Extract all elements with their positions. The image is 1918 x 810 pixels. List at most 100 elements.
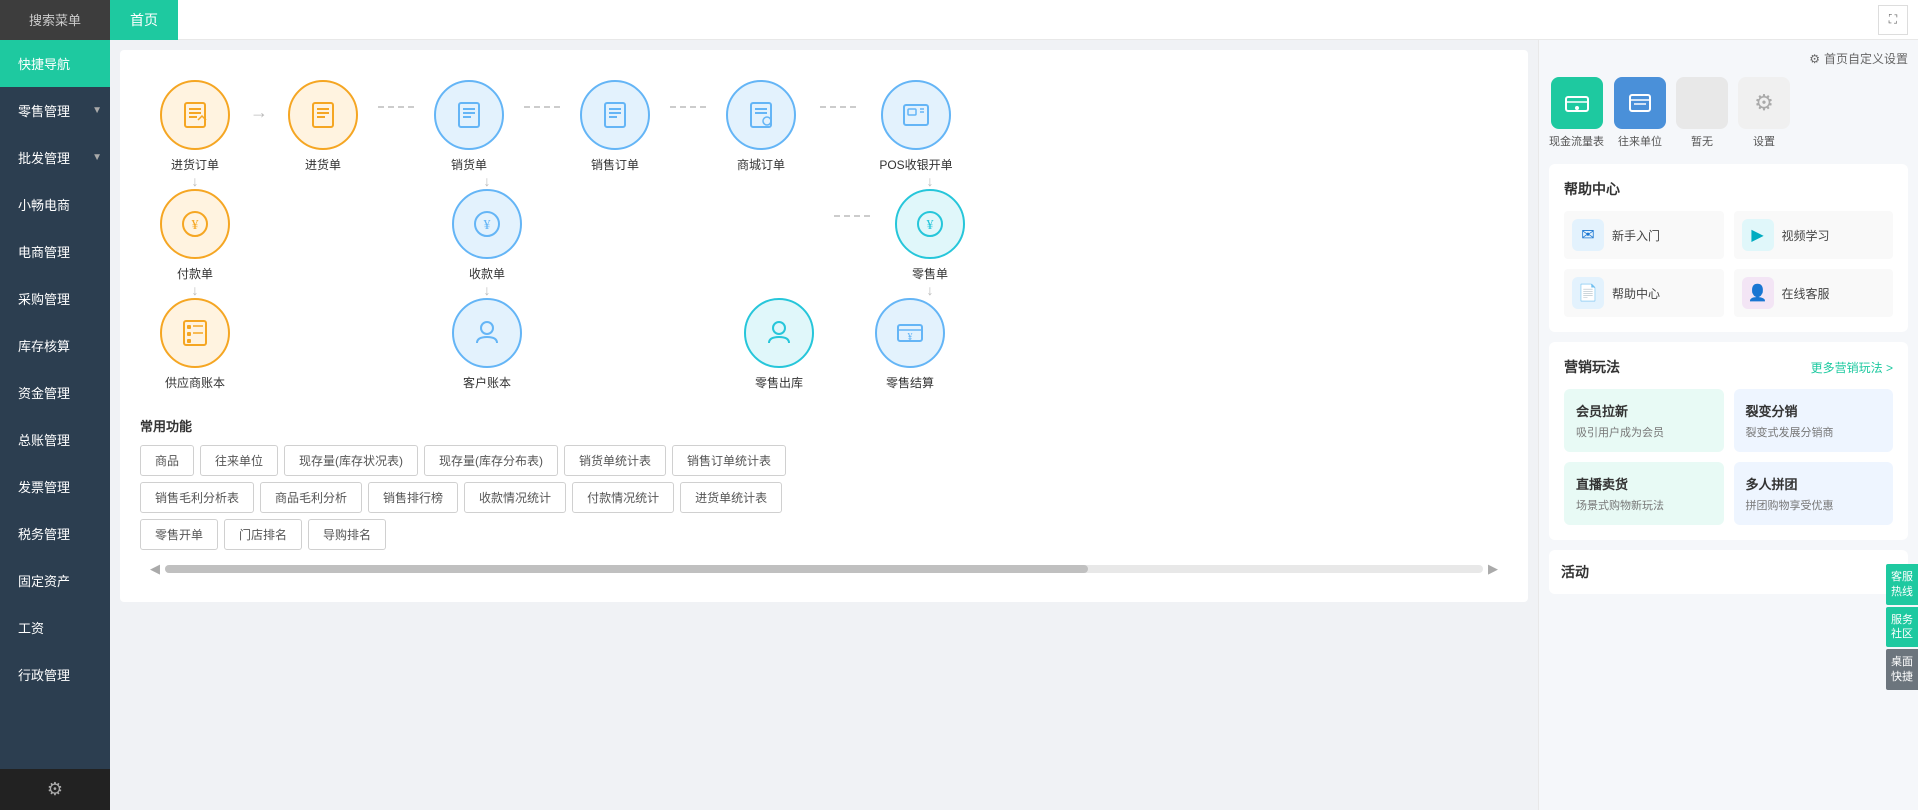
scroll-track[interactable] <box>165 565 1483 573</box>
scroll-left-arrow[interactable]: ◀ <box>150 561 160 577</box>
sidebar-item-ecommerce-mgmt[interactable]: 电商管理 <box>0 228 110 275</box>
retail-out-icon <box>744 298 814 368</box>
sidebar-item-ledger[interactable]: 总账管理 <box>0 416 110 463</box>
marketing-grid: 会员拉新 吸引用户成为会员 裂变分销 裂变式发展分销商 直播卖货 场景式购物新玩… <box>1564 389 1893 525</box>
sidebar-item-salary[interactable]: 工资 <box>0 604 110 651</box>
func-btn-goods[interactable]: 商品 <box>140 445 194 476</box>
sidebar-item-tax[interactable]: 税务管理 <box>0 510 110 557</box>
func-btn-sales-margin[interactable]: 销售毛利分析表 <box>140 482 254 513</box>
func-btn-purchase-stat[interactable]: 进货单统计表 <box>680 482 782 513</box>
marketing-group[interactable]: 多人拼团 拼团购物享受优惠 <box>1734 462 1894 525</box>
flow-node-retail[interactable]: ¥ 零售单 <box>870 189 990 282</box>
quick-icon-partners[interactable]: 往来单位 <box>1614 77 1666 149</box>
marketing-fission[interactable]: 裂变分销 裂变式发展分销商 <box>1734 389 1894 452</box>
svg-text:¥: ¥ <box>484 218 491 233</box>
customize-link[interactable]: ⚙ 首页自定义设置 <box>1809 50 1908 67</box>
sales-icon <box>434 80 504 150</box>
float-btn-desktop[interactable]: 桌面快捷 <box>1886 649 1918 690</box>
flow-node-customer-ledger[interactable]: 客户账本 <box>432 298 542 391</box>
marketing-live[interactable]: 直播卖货 场景式购物新玩法 <box>1564 462 1724 525</box>
func-btn-sales-rank[interactable]: 销售排行榜 <box>368 482 458 513</box>
marketing-title: 营销玩法 <box>1564 357 1620 377</box>
func-btn-partners[interactable]: 往来单位 <box>200 445 278 476</box>
sidebar-item-quicknav[interactable]: 快捷导航 <box>0 40 110 87</box>
marketing-fission-title: 裂变分销 <box>1746 401 1882 420</box>
func-btn-retail-order[interactable]: 零售开单 <box>140 519 218 550</box>
func-btn-row-2: 销售毛利分析表 商品毛利分析 销售排行榜 收款情况统计 付款情况统计 进货单统计… <box>140 482 1508 513</box>
flow-node-supplier-ledger[interactable]: 供应商账本 <box>140 298 250 391</box>
func-btn-inventory-status[interactable]: 现存量(库存状况表) <box>284 445 418 476</box>
more-marketing-link[interactable]: 更多营销玩法 > <box>1811 359 1893 376</box>
marketing-header: 营销玩法 更多营销玩法 > <box>1564 357 1893 377</box>
flow-node-sales[interactable]: 销货单 <box>414 80 524 173</box>
flow-node-retail-out[interactable]: 零售出库 <box>724 298 834 391</box>
help-item-video[interactable]: ▶ 视频学习 <box>1734 211 1894 259</box>
sales-order-icon <box>580 80 650 150</box>
scroll-right-arrow[interactable]: ▶ <box>1488 561 1498 577</box>
sidebar-item-assets[interactable]: 固定资产 <box>0 557 110 604</box>
func-btn-sales-order-stat[interactable]: 销售订单统计表 <box>672 445 786 476</box>
dashed-arrow-3 <box>670 106 706 108</box>
tab-home[interactable]: 首页 <box>110 0 178 40</box>
quick-icon-settings[interactable]: ⚙ 设置 <box>1738 77 1790 149</box>
func-btn-receipt-stat[interactable]: 收款情况统计 <box>464 482 566 513</box>
flow-node-receipt[interactable]: ¥ 收款单 <box>432 189 542 282</box>
purchase-order-label: 进货订单 <box>171 156 219 173</box>
func-btn-row-1: 商品 往来单位 现存量(库存状况表) 现存量(库存分布表) 销货单统计表 销售订… <box>140 445 1508 476</box>
common-functions: 常用功能 商品 往来单位 现存量(库存状况表) 现存量(库存分布表) 销货单统计… <box>140 416 1508 550</box>
top-right-area: ⛶ <box>1878 5 1918 35</box>
quick-icon-none[interactable]: 暂无 <box>1676 77 1728 149</box>
receipt-icon: ¥ <box>452 189 522 259</box>
func-btn-inventory-dist[interactable]: 现存量(库存分布表) <box>424 445 558 476</box>
func-btn-store-rank[interactable]: 门店排名 <box>224 519 302 550</box>
sidebar-item-invoice[interactable]: 发票管理 <box>0 463 110 510</box>
float-btn-support[interactable]: 客服热线 <box>1886 564 1918 605</box>
func-btn-goods-margin[interactable]: 商品毛利分析 <box>260 482 362 513</box>
help-item-beginner[interactable]: ✉ 新手入门 <box>1564 211 1724 259</box>
float-btn-community[interactable]: 服务社区 <box>1886 607 1918 648</box>
sidebar-item-wholesale[interactable]: 批发管理 ▼ <box>0 134 110 181</box>
flow-node-purchase-order[interactable]: 进货订单 <box>140 80 250 173</box>
flow-node-pos[interactable]: POS收银开单 <box>856 80 976 173</box>
activity-section: 活动 <box>1549 550 1908 594</box>
sidebar-item-inventory[interactable]: 库存核算 <box>0 322 110 369</box>
flow-node-purchase[interactable]: 进货单 <box>268 80 378 173</box>
help-item-help[interactable]: 📄 帮助中心 <box>1564 269 1724 317</box>
fullscreen-button[interactable]: ⛶ <box>1878 5 1908 35</box>
func-btn-payment-stat[interactable]: 付款情况统计 <box>572 482 674 513</box>
marketing-member[interactable]: 会员拉新 吸引用户成为会员 <box>1564 389 1724 452</box>
support-label: 在线客服 <box>1782 285 1830 302</box>
retail-settle-icon: ¥ <box>875 298 945 368</box>
quick-icon-cashflow[interactable]: 现金流量表 <box>1549 77 1604 149</box>
sidebar-settings[interactable]: ⚙ <box>0 769 110 810</box>
flow-row-3: 供应商账本 客户账本 <box>140 298 1508 391</box>
sales-order-label: 销售订单 <box>591 156 639 173</box>
dashed-arrow-5 <box>834 215 870 217</box>
receipt-label: 收款单 <box>469 265 505 282</box>
help-item-support[interactable]: 👤 在线客服 <box>1734 269 1894 317</box>
video-icon: ▶ <box>1742 219 1774 251</box>
sidebar-item-finance[interactable]: 资金管理 <box>0 369 110 416</box>
search-menu-button[interactable]: 搜索菜单 <box>0 0 110 40</box>
flow-node-mall-order[interactable]: 商城订单 <box>706 80 816 173</box>
sidebar-item-retail[interactable]: 零售管理 ▼ <box>0 87 110 134</box>
marketing-group-title: 多人拼团 <box>1746 474 1882 493</box>
vertical-arrows-row: ↓ ↓ ↓ <box>140 173 1508 189</box>
chevron-down-icon: ▼ <box>92 152 102 163</box>
sidebar-item-ecommerce-small[interactable]: 小畅电商 <box>0 181 110 228</box>
gear-icon: ⚙ <box>47 779 63 799</box>
func-btn-sales-stat[interactable]: 销货单统计表 <box>564 445 666 476</box>
func-btn-row-3: 零售开单 门店排名 导购排名 <box>140 519 1508 550</box>
v-arrow-5: ↓ <box>432 282 542 298</box>
mall-order-icon <box>726 80 796 150</box>
func-btn-guide-rank[interactable]: 导购排名 <box>308 519 386 550</box>
flow-node-sales-order[interactable]: 销售订单 <box>560 80 670 173</box>
marketing-card: 营销玩法 更多营销玩法 > 会员拉新 吸引用户成为会员 裂变分销 裂变式发展分销… <box>1549 342 1908 540</box>
chevron-down-icon: ▼ <box>92 105 102 116</box>
sidebar-item-purchase[interactable]: 采购管理 <box>0 275 110 322</box>
flow-node-payment[interactable]: ¥ 付款单 <box>140 189 250 282</box>
sidebar-item-admin[interactable]: 行政管理 <box>0 651 110 698</box>
payment-icon: ¥ <box>160 189 230 259</box>
flow-node-retail-settle[interactable]: ¥ 零售结算 <box>850 298 970 391</box>
supplier-ledger-label: 供应商账本 <box>165 374 225 391</box>
